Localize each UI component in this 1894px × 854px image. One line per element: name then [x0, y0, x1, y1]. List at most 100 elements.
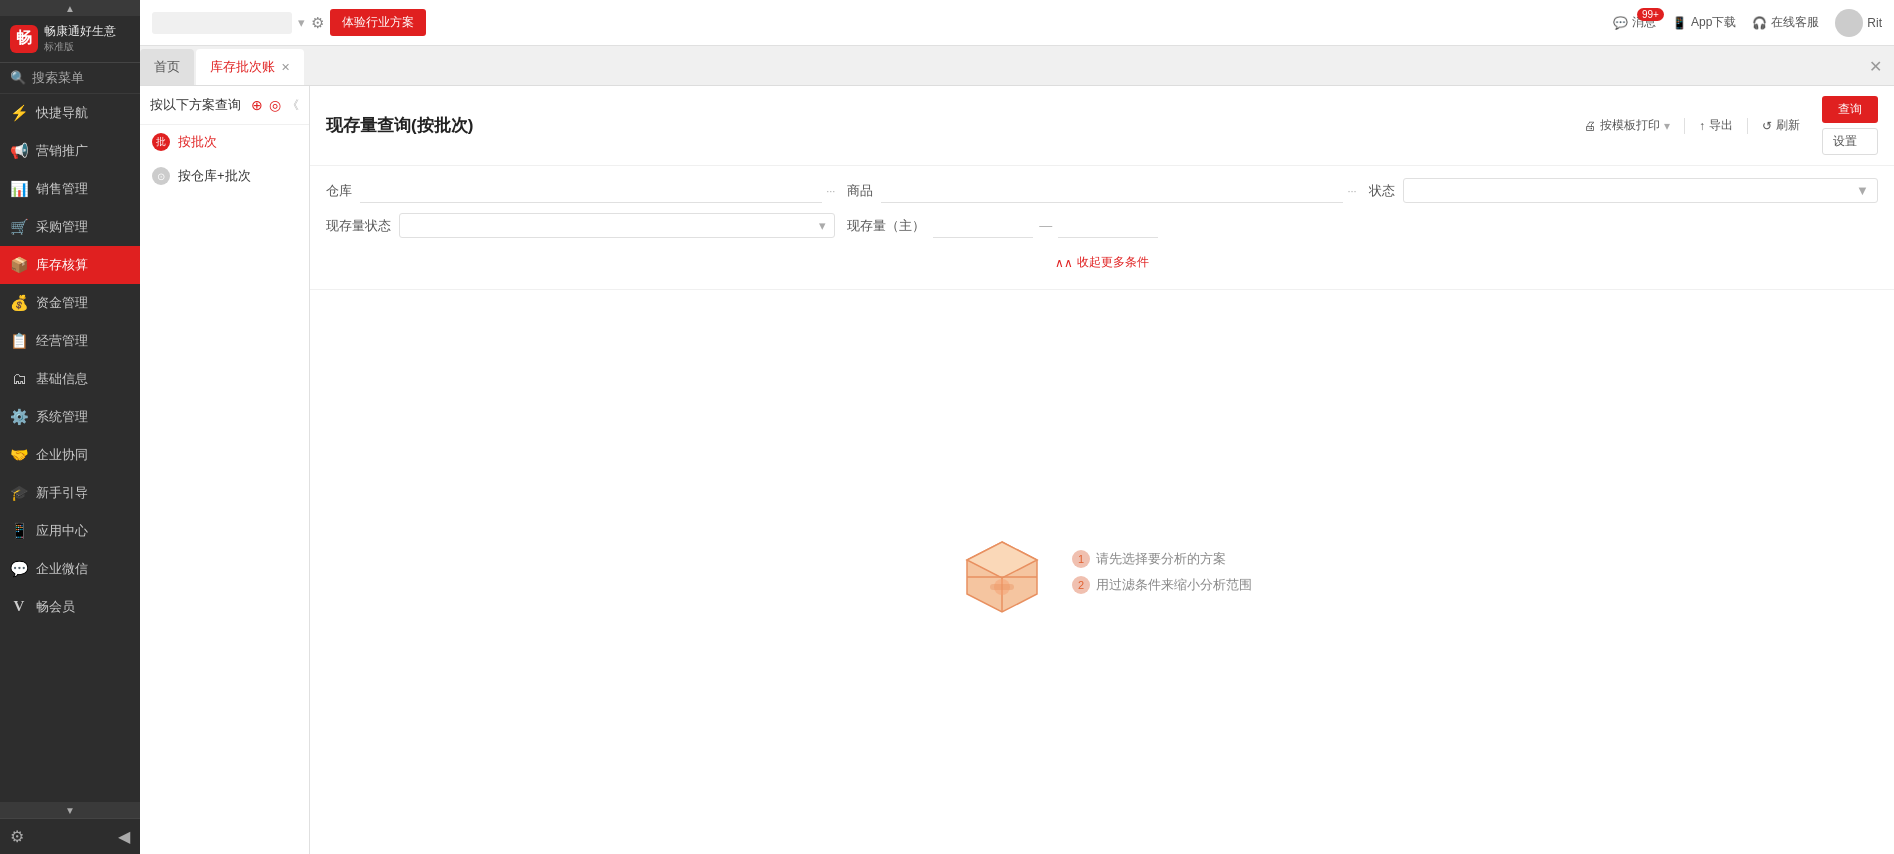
operations-icon: 📋: [10, 332, 28, 350]
refresh-btn[interactable]: ↺ 刷新: [1756, 113, 1806, 138]
topbar-dropdown-icon[interactable]: ▾: [298, 15, 305, 30]
sidebar-item-inventory[interactable]: 📦 库存核算: [0, 246, 140, 284]
collapse-panel-icon[interactable]: 《: [287, 97, 299, 114]
sidebar-nav: ⚡ 快捷导航 📢 营销推广 📊 销售管理 🛒 采购管理 📦 库存核算 💰 资金管…: [0, 94, 140, 802]
product-input[interactable]: [881, 179, 1343, 203]
sales-icon: 📊: [10, 180, 28, 198]
export-btn[interactable]: ↑ 导出: [1693, 113, 1739, 138]
sidebar-item-newbie[interactable]: 🎓 新手引导: [0, 474, 140, 512]
collapse-more-btn[interactable]: ∧∧ 收起更多条件: [326, 248, 1878, 277]
topbar-right: 💬 消息 99+ 📱 App下载 🎧 在线客服 Rit: [1613, 9, 1882, 37]
newbie-icon: 🎓: [10, 484, 28, 502]
logo-name: 畅康通好生意: [44, 24, 116, 40]
print-template-btn[interactable]: 🖨 按模板打印 ▾: [1578, 113, 1676, 138]
sidebar-scroll-down[interactable]: ▼: [0, 802, 140, 818]
status-select-arrow: ▼: [1856, 183, 1869, 198]
topbar-left: ▾ ⚙ 体验行业方案: [152, 9, 1605, 36]
headset-icon: 🎧: [1752, 16, 1767, 30]
content: 按以下方案查询 ⊕ ◎ 《 批 按批次 ⊙ 按仓库+批次 现存量查询(按批次): [140, 86, 1894, 854]
query-btn[interactable]: 查询: [1822, 96, 1878, 123]
filter-row-1: 仓库 ··· 商品 ··· 状态 ▼: [326, 178, 1878, 203]
left-panel-header: 按以下方案查询 ⊕ ◎ 《: [140, 86, 309, 125]
sidebar-item-quick-nav[interactable]: ⚡ 快捷导航: [0, 94, 140, 132]
stock-qty-from-input[interactable]: [933, 214, 1033, 238]
inventory-icon: 📦: [10, 256, 28, 274]
page-title: 现存量查询(按批次): [326, 114, 473, 137]
tab-inventory-batch[interactable]: 库存批次账 ✕: [196, 49, 304, 85]
scheme-by-warehouse-batch[interactable]: ⊙ 按仓库+批次: [140, 159, 309, 193]
sidebar-logo: 畅 畅康通好生意 标准版: [0, 16, 140, 63]
stock-status-select[interactable]: ▾: [399, 213, 835, 238]
sidebar-item-system[interactable]: ⚙️ 系统管理: [0, 398, 140, 436]
sidebar-item-vip[interactable]: V 畅会员: [0, 588, 140, 626]
sidebar-item-marketing[interactable]: 📢 营销推广: [0, 132, 140, 170]
right-panel: 现存量查询(按批次) 🖨 按模板打印 ▾ ↑ 导出 ↺ 刷: [310, 86, 1894, 854]
tab-close-icon[interactable]: ✕: [281, 61, 290, 74]
scheme-batch-icon: 批: [152, 133, 170, 151]
enterprise-icon: 🤝: [10, 446, 28, 464]
sidebar-item-operations[interactable]: 📋 经营管理: [0, 322, 140, 360]
settings-btn[interactable]: 设置: [1822, 128, 1878, 155]
sidebar-item-label: 畅会员: [36, 598, 130, 616]
wechat-icon: 💬: [10, 560, 28, 578]
collapse-more-icon: ∧∧: [1055, 256, 1073, 270]
product-field: 商品 ···: [847, 179, 1356, 203]
sidebar-item-label: 系统管理: [36, 408, 130, 426]
sidebar-item-app[interactable]: 📱 应用中心: [0, 512, 140, 550]
stock-status-label: 现存量状态: [326, 217, 391, 235]
stock-qty-label: 现存量（主）: [847, 217, 925, 235]
sidebar-item-finance[interactable]: 💰 资金管理: [0, 284, 140, 322]
warehouse-more-icon[interactable]: ···: [826, 185, 835, 197]
experience-btn[interactable]: 体验行业方案: [330, 9, 426, 36]
logo-version: 标准版: [44, 40, 116, 54]
tip1-num: 1: [1072, 550, 1090, 568]
left-panel-title: 按以下方案查询: [150, 96, 241, 114]
online-service-btn[interactable]: 🎧 在线客服: [1752, 14, 1819, 31]
sidebar-item-purchase[interactable]: 🛒 采购管理: [0, 208, 140, 246]
logo-icon: 畅: [10, 25, 38, 53]
print-dropdown-icon[interactable]: ▾: [1664, 119, 1670, 133]
main-area: ▾ ⚙ 体验行业方案 💬 消息 99+ 📱 App下载 🎧 在线客服 Rit: [140, 0, 1894, 854]
empty-tips: 1 请先选择要分析的方案 2 用过滤条件来缩小分析范围: [1072, 550, 1252, 594]
scheme-warehouse-label: 按仓库+批次: [178, 167, 251, 185]
topbar-search-box[interactable]: [152, 12, 292, 34]
scheme-by-batch[interactable]: 批 按批次: [140, 125, 309, 159]
separator1: [1684, 118, 1685, 134]
collapse-sidebar-icon[interactable]: ◀: [118, 827, 130, 846]
app-download-btn[interactable]: 📱 App下载: [1672, 14, 1736, 31]
user-area[interactable]: Rit: [1835, 9, 1882, 37]
message-badge: 99+: [1637, 8, 1664, 21]
warehouse-input[interactable]: [360, 179, 822, 203]
message-btn[interactable]: 💬 消息 99+: [1613, 14, 1656, 31]
sidebar-search[interactable]: 🔍 搜索菜单: [0, 63, 140, 94]
empty-tip-1: 1 请先选择要分析的方案: [1072, 550, 1252, 568]
sidebar-item-wechat[interactable]: 💬 企业微信: [0, 550, 140, 588]
sidebar-item-enterprise[interactable]: 🤝 企业协同: [0, 436, 140, 474]
system-icon: ⚙️: [10, 408, 28, 426]
app-download-icon: 📱: [1672, 16, 1687, 30]
sidebar-item-label: 快捷导航: [36, 104, 130, 122]
sidebar-item-sales[interactable]: 📊 销售管理: [0, 170, 140, 208]
filter-area: 仓库 ··· 商品 ··· 状态 ▼: [310, 166, 1894, 290]
empty-tip-2: 2 用过滤条件来缩小分析范围: [1072, 576, 1252, 594]
sidebar-item-label: 企业协同: [36, 446, 130, 464]
product-more-icon[interactable]: ···: [1347, 185, 1356, 197]
settings-scheme-icon[interactable]: ◎: [269, 97, 281, 113]
scheme-batch-label: 按批次: [178, 133, 217, 151]
settings-bottom-icon[interactable]: ⚙: [10, 827, 24, 846]
stock-qty-to-input[interactable]: [1058, 214, 1158, 238]
sidebar-scroll-up[interactable]: ▲: [0, 0, 140, 16]
add-scheme-icon[interactable]: ⊕: [251, 97, 263, 113]
refresh-icon: ↺: [1762, 119, 1772, 133]
status-select[interactable]: ▼: [1403, 178, 1878, 203]
topbar-gear-icon[interactable]: ⚙: [311, 14, 324, 32]
collapse-more-label: 收起更多条件: [1077, 254, 1149, 271]
status-field: 状态 ▼: [1369, 178, 1878, 203]
page-header: 现存量查询(按批次) 🖨 按模板打印 ▾ ↑ 导出 ↺ 刷: [310, 86, 1894, 166]
tab-bar-close-btn[interactable]: ✕: [1869, 56, 1882, 75]
tab-home[interactable]: 首页: [140, 49, 194, 85]
vip-icon: V: [10, 598, 28, 615]
separator2: [1747, 118, 1748, 134]
sidebar-item-base[interactable]: 🗂 基础信息: [0, 360, 140, 398]
tab-bar: 首页 库存批次账 ✕ ✕: [140, 46, 1894, 86]
